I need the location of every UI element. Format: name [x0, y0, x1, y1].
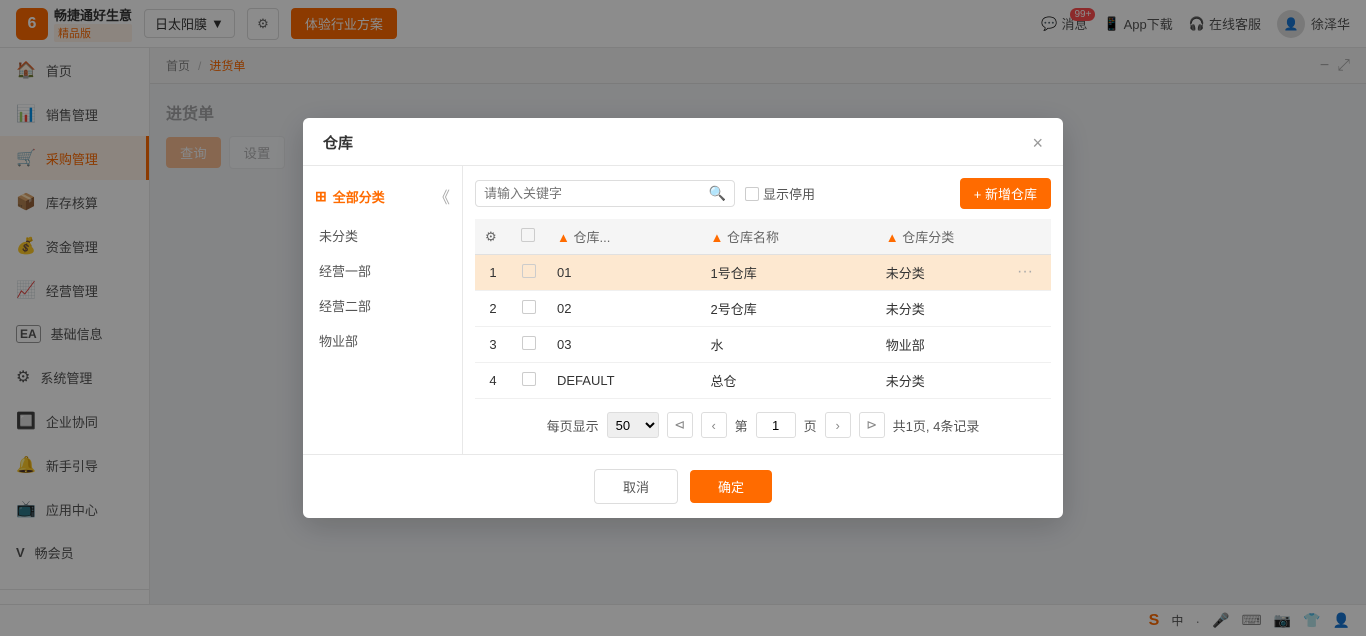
warehouse-modal: 仓库 × ⊞ 全部分类 《 未分类 经营一部 经营二部 物业部: [303, 118, 1063, 518]
grid-icon: ⊞: [315, 188, 327, 205]
th-code: ▲ 仓库...: [547, 219, 701, 255]
category-panel: ⊞ 全部分类 《 未分类 经营一部 经营二部 物业部: [303, 166, 463, 454]
table-row[interactable]: 3 03 水 物业部: [475, 327, 1051, 363]
row-checkbox[interactable]: [522, 300, 536, 314]
row-name: 1号仓库: [701, 255, 876, 291]
category-all-btn[interactable]: ⊞ 全部分类: [315, 187, 385, 206]
row-gear-cell: 1: [475, 255, 511, 291]
modal-title: 仓库: [323, 132, 353, 153]
row-category: 未分类 ···: [876, 255, 1051, 291]
row-code: DEFAULT: [547, 363, 701, 399]
table-row[interactable]: 2 02 2号仓库 未分类: [475, 291, 1051, 327]
add-warehouse-btn[interactable]: + 新增仓库: [960, 178, 1051, 209]
row-gear-cell: 2: [475, 291, 511, 327]
row-code: 02: [547, 291, 701, 327]
th-category: ▲ 仓库分类: [876, 219, 1051, 255]
row-checkbox-cell: [511, 327, 547, 363]
table-row[interactable]: 1 01 1号仓库 未分类 ···: [475, 255, 1051, 291]
row-gear-cell: 3: [475, 327, 511, 363]
search-box: 🔍: [475, 180, 735, 207]
per-page-select[interactable]: 50 100 200: [607, 412, 659, 438]
table-panel: 🔍 显示停用 + 新增仓库 ⚙: [463, 166, 1063, 454]
modal-close-btn[interactable]: ×: [1032, 134, 1043, 152]
row-code: 01: [547, 255, 701, 291]
category-item-0[interactable]: 未分类: [303, 218, 462, 253]
row-name: 水: [701, 327, 876, 363]
modal-overlay: 仓库 × ⊞ 全部分类 《 未分类 经营一部 经营二部 物业部: [0, 0, 1366, 636]
row-checkbox-cell: [511, 255, 547, 291]
th-checkbox: [511, 219, 547, 255]
th-name: ▲ 仓库名称: [701, 219, 876, 255]
th-gear: ⚙: [475, 219, 511, 255]
table-row[interactable]: 4 DEFAULT 总仓 未分类: [475, 363, 1051, 399]
pagination: 每页显示 50 100 200 ⊲ ‹ 第 页 › ⊳ 共1页, 4条记录: [475, 400, 1051, 442]
show-disabled-toggle[interactable]: 显示停用: [745, 184, 815, 203]
page-prev-btn[interactable]: ‹: [701, 412, 727, 438]
row-checkbox[interactable]: [522, 264, 536, 278]
row-name: 2号仓库: [701, 291, 876, 327]
category-item-1[interactable]: 经营一部: [303, 253, 462, 288]
page-last-btn[interactable]: ⊳: [859, 412, 885, 438]
confirm-btn[interactable]: 确定: [690, 470, 772, 503]
gear-header-icon[interactable]: ⚙: [485, 229, 497, 244]
warehouse-table: ⚙ ▲ 仓库... ▲ 仓库名称: [475, 219, 1051, 399]
row-name: 总仓: [701, 363, 876, 399]
category-item-3[interactable]: 物业部: [303, 323, 462, 358]
table-container: ⚙ ▲ 仓库... ▲ 仓库名称: [475, 219, 1051, 400]
row-checkbox-cell: [511, 291, 547, 327]
row-category: 未分类: [876, 363, 1051, 399]
row-actions[interactable]: ···: [1017, 263, 1033, 281]
category-list: 未分类 经营一部 经营二部 物业部: [303, 218, 462, 358]
page-first-btn[interactable]: ⊲: [667, 412, 693, 438]
select-all-checkbox[interactable]: [521, 228, 535, 242]
category-item-2[interactable]: 经营二部: [303, 288, 462, 323]
search-icon[interactable]: 🔍: [709, 185, 726, 202]
modal-header: 仓库 ×: [303, 118, 1063, 166]
row-gear-cell: 4: [475, 363, 511, 399]
row-category: 未分类: [876, 291, 1051, 327]
search-input[interactable]: [484, 186, 709, 201]
row-checkbox[interactable]: [522, 372, 536, 386]
row-checkbox-cell: [511, 363, 547, 399]
row-category: 物业部: [876, 327, 1051, 363]
category-collapse-btn[interactable]: 《: [434, 184, 450, 208]
modal-footer: 取消 确定: [303, 454, 1063, 518]
page-next-btn[interactable]: ›: [825, 412, 851, 438]
row-code: 03: [547, 327, 701, 363]
show-disabled-checkbox[interactable]: [745, 187, 759, 201]
modal-body: ⊞ 全部分类 《 未分类 经营一部 经营二部 物业部: [303, 166, 1063, 454]
table-toolbar: 🔍 显示停用 + 新增仓库: [475, 178, 1051, 209]
row-checkbox[interactable]: [522, 336, 536, 350]
page-input[interactable]: [756, 412, 796, 438]
category-header: ⊞ 全部分类 《: [303, 178, 462, 218]
cancel-btn[interactable]: 取消: [594, 469, 678, 504]
